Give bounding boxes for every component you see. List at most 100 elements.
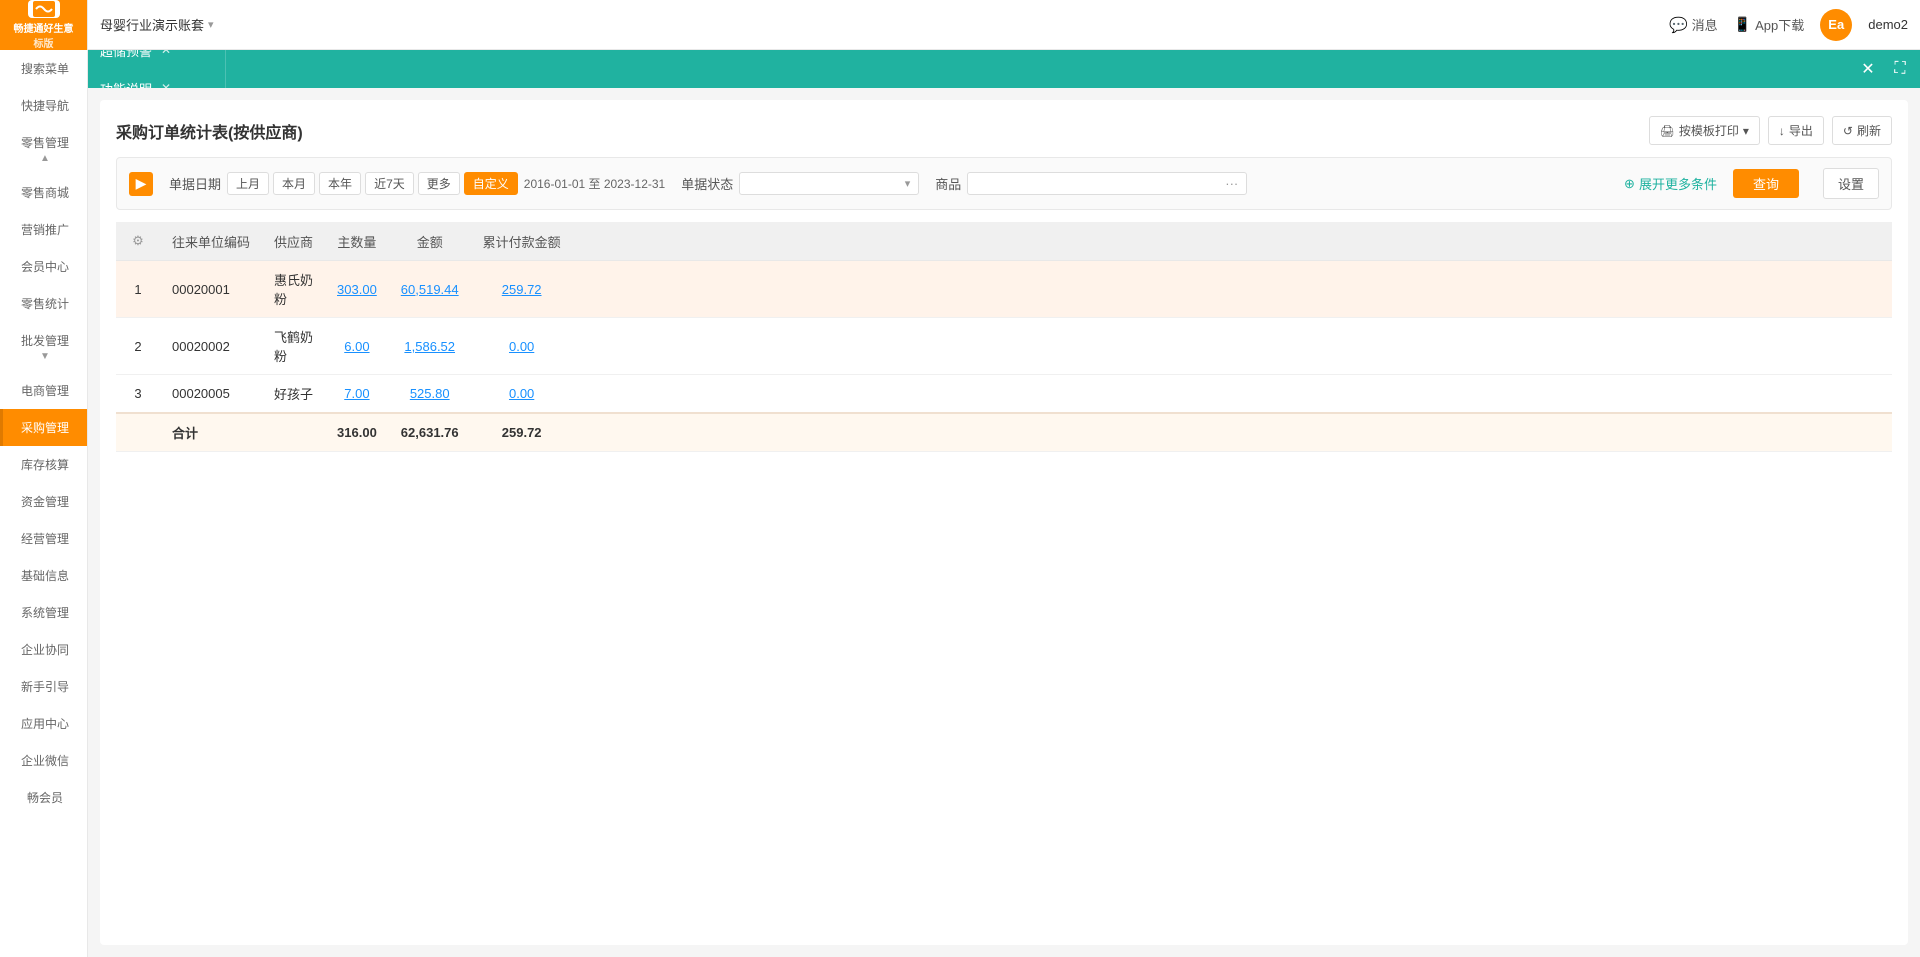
sidebar-item-label: 新手引导 (21, 678, 69, 695)
row-supplier: 飞鹤奶粉 (262, 318, 325, 375)
download-icon: 📱 (1734, 16, 1751, 33)
topbar-actions: 💬 消息 📱 App下载 Ea demo2 (1669, 9, 1908, 41)
sidebar-item-label: 采购管理 (21, 419, 69, 436)
col-code: 往来单位编码 (160, 222, 262, 261)
maximize-btn[interactable]: ⛶ (1888, 57, 1912, 81)
setting-button[interactable]: 设置 (1823, 168, 1879, 199)
footer-empty-3 (573, 413, 1892, 452)
goods-more-icon[interactable]: ··· (1225, 176, 1238, 191)
store-selector[interactable]: 母婴行业演示账套 ▾ (100, 15, 240, 34)
page-actions: 🖨 按模板打印 ▾ ↓ 导出 ↺ 刷新 (1649, 116, 1892, 145)
sidebar-item-quick-nav[interactable]: 快捷导航 (0, 87, 87, 124)
sidebar-item-label: 零售管理 (21, 134, 69, 151)
expand-more-btn[interactable]: ⊕ 展开更多条件 (1624, 174, 1717, 193)
goods-input[interactable] (976, 176, 1225, 191)
data-table: ⚙ 往来单位编码 供应商 主数量 金额 累计付款金额 1 00020001 惠氏… (116, 222, 1892, 452)
sidebar-item-wholesale[interactable]: 批发管理▼ (0, 322, 87, 372)
tab-label: 功能说明 (100, 79, 152, 89)
row-qty[interactable]: 303.00 (325, 261, 389, 318)
sidebar-item-inventory[interactable]: 库存核算 (0, 446, 87, 483)
app-download-btn[interactable]: 📱 App下载 (1734, 15, 1805, 34)
col-supplier: 供应商 (262, 222, 325, 261)
tab-close-icon[interactable]: ✕ (158, 50, 174, 58)
store-name: 母婴行业演示账套 (100, 15, 204, 34)
date-btn-more[interactable]: 更多 (418, 172, 460, 195)
tab-function-desc[interactable]: 功能说明 ✕ (88, 69, 226, 88)
row-amount[interactable]: 1,586.52 (389, 318, 471, 375)
tab-over-stock-warning[interactable]: 超储预警✕ (88, 50, 226, 69)
tab-close-icon[interactable]: ✕ (158, 80, 174, 88)
table-row: 2 00020002 飞鹤奶粉 6.00 1,586.52 0.00 (116, 318, 1892, 375)
date-btn-custom[interactable]: 自定义 (464, 172, 518, 195)
footer-label: 合计 (160, 413, 262, 452)
sidebar-item-retail-mall[interactable]: 零售商城 (0, 174, 87, 211)
table-row: 3 00020005 好孩子 7.00 525.80 0.00 (116, 375, 1892, 414)
sidebar-item-member[interactable]: 会员中心 (0, 248, 87, 285)
sidebar-item-operations[interactable]: 经营管理 (0, 520, 87, 557)
sidebar-item-vip[interactable]: 畅会员 (0, 779, 87, 816)
filter-toggle-btn[interactable]: ▶ (129, 172, 153, 196)
sidebar-item-ecommerce[interactable]: 电商管理 (0, 372, 87, 409)
app-logo[interactable]: 畅捷通好生意 标版 (0, 0, 87, 50)
refresh-icon: ↺ (1843, 124, 1853, 138)
sidebar-item-retail-stat[interactable]: 零售统计 (0, 285, 87, 322)
row-paid[interactable]: 0.00 (471, 375, 573, 414)
sidebar-item-marketing[interactable]: 营销推广 (0, 211, 87, 248)
username[interactable]: demo2 (1868, 17, 1908, 32)
app-download-label: App下载 (1755, 15, 1804, 34)
close-tab-btn[interactable]: ✕ (1856, 57, 1880, 81)
row-extra (573, 375, 1892, 414)
sidebar-item-finance[interactable]: 资金管理 (0, 483, 87, 520)
row-paid[interactable]: 0.00 (471, 318, 573, 375)
sidebar-item-label: 库存核算 (21, 456, 69, 473)
column-settings-icon[interactable]: ⚙ (128, 231, 148, 251)
sidebar-item-purchase[interactable]: 采购管理 (0, 409, 87, 446)
filter-row-1: ▶ 单据日期 上月 本月 本年 近7天 更多 自定义 2016-01-01 至 … (129, 168, 1879, 199)
row-amount[interactable]: 60,519.44 (389, 261, 471, 318)
message-icon: 💬 (1669, 16, 1688, 34)
message-label: 消息 (1692, 15, 1718, 34)
table-header-row: ⚙ 往来单位编码 供应商 主数量 金额 累计付款金额 (116, 222, 1892, 261)
tabbar-controls: ✕ ⛶ (1848, 57, 1920, 81)
sidebar-item-label: 批发管理 (21, 332, 69, 349)
row-qty[interactable]: 6.00 (325, 318, 389, 375)
row-qty[interactable]: 7.00 (325, 375, 389, 414)
status-label: 单据状态 (681, 174, 733, 193)
sidebar-item-label: 经营管理 (21, 530, 69, 547)
sidebar-item-collab[interactable]: 企业协同 (0, 631, 87, 668)
sidebar-item-basic-info[interactable]: 基础信息 (0, 557, 87, 594)
row-extra (573, 318, 1892, 375)
sidebar-item-app-center[interactable]: 应用中心 (0, 705, 87, 742)
status-filter-item: 单据状态 ▾ (681, 172, 919, 195)
date-btn-this-month[interactable]: 本月 (273, 172, 315, 195)
col-paid: 累计付款金额 (471, 222, 573, 261)
refresh-button[interactable]: ↺ 刷新 (1832, 116, 1892, 145)
sidebar-item-retail[interactable]: 零售管理▲ (0, 124, 87, 174)
status-select[interactable]: ▾ (739, 172, 919, 195)
sidebar-item-wechat[interactable]: 企业微信 (0, 742, 87, 779)
sidebar-item-label: 会员中心 (21, 258, 69, 275)
sidebar-item-new-guide[interactable]: 新手引导 (0, 668, 87, 705)
row-paid[interactable]: 259.72 (471, 261, 573, 318)
print-icon: 🖨 (1660, 124, 1675, 138)
export-button[interactable]: ↓ 导出 (1768, 116, 1824, 145)
footer-qty: 316.00 (325, 413, 389, 452)
date-btn-last-month[interactable]: 上月 (227, 172, 269, 195)
date-btn-this-year[interactable]: 本年 (319, 172, 361, 195)
print-button[interactable]: 🖨 按模板打印 ▾ (1649, 116, 1760, 145)
sidebar-item-search[interactable]: 搜索菜单 (0, 50, 87, 87)
row-amount[interactable]: 525.80 (389, 375, 471, 414)
date-btn-7days[interactable]: 近7天 (365, 172, 414, 195)
col-amount: 金额 (389, 222, 471, 261)
app-sub: 标版 (34, 35, 54, 50)
expand-icon: ⊕ (1624, 176, 1635, 192)
table-body: 1 00020001 惠氏奶粉 303.00 60,519.44 259.72 … (116, 261, 1892, 414)
sidebar-item-label: 快捷导航 (21, 97, 69, 114)
topbar: 母婴行业演示账套 ▾ 💬 消息 📱 App下载 Ea demo2 (88, 0, 1920, 50)
sidebar-item-label: 营销推广 (21, 221, 69, 238)
query-button[interactable]: 查询 (1733, 169, 1799, 198)
page-title: 采购订单统计表(按供应商) (116, 119, 303, 143)
user-avatar[interactable]: Ea (1820, 9, 1852, 41)
message-btn[interactable]: 💬 消息 (1669, 15, 1718, 34)
sidebar-item-sys-admin[interactable]: 系统管理 (0, 594, 87, 631)
